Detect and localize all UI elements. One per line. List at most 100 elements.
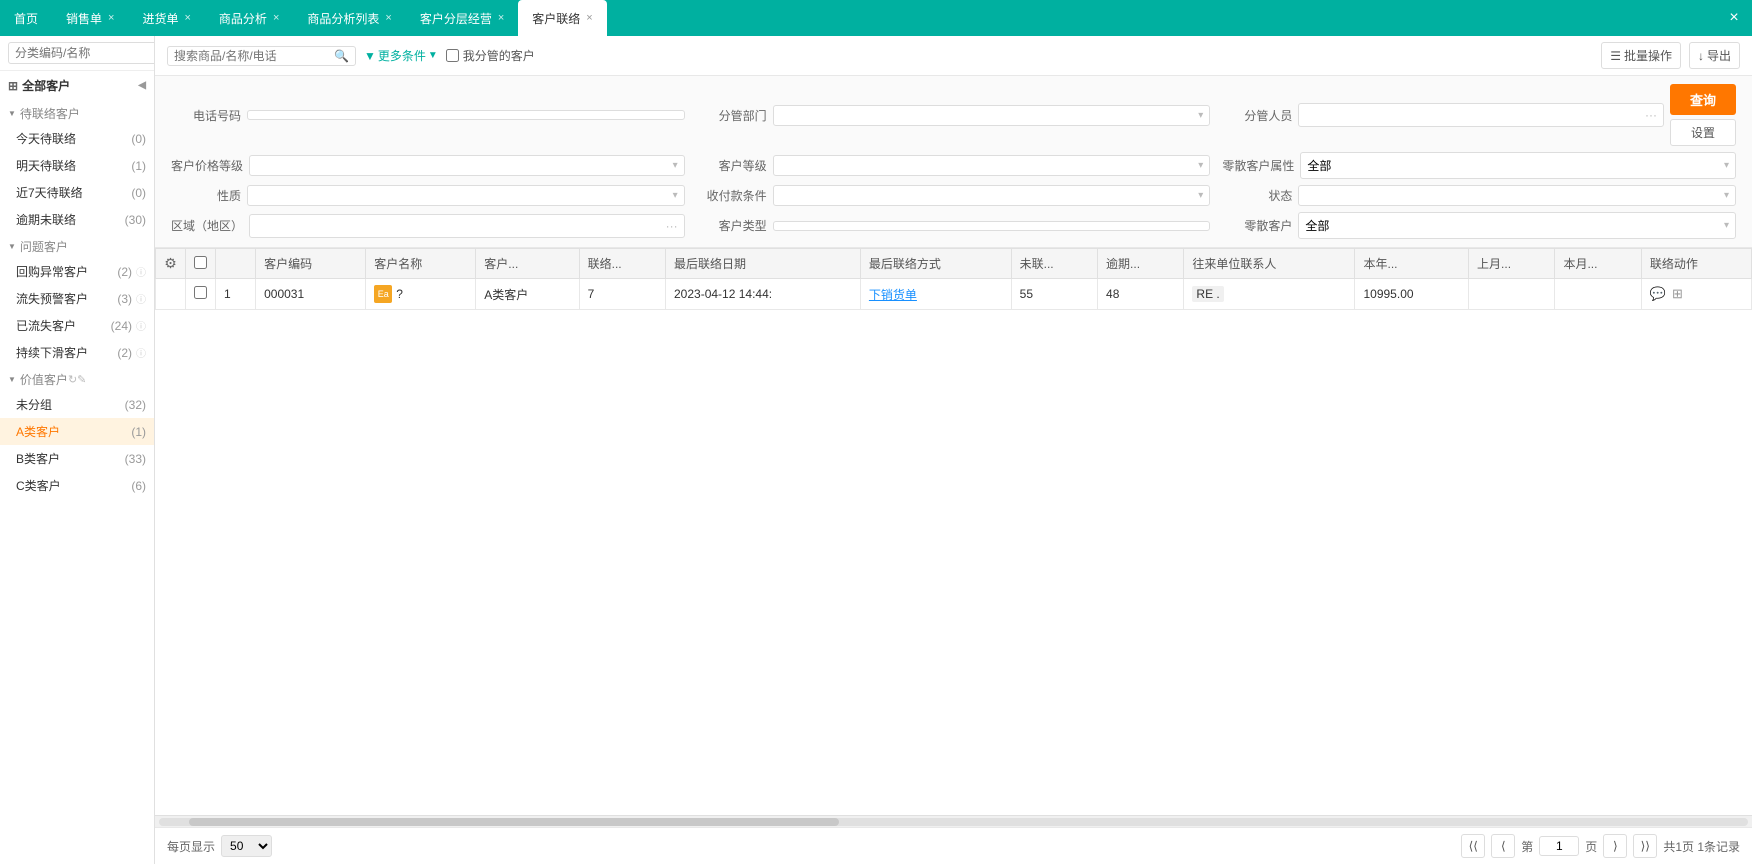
th-last-date[interactable]: 最后联络日期 xyxy=(666,249,861,279)
region-input[interactable]: ··· xyxy=(249,214,685,238)
tab-goods-analysis-list[interactable]: 商品分析列表 × xyxy=(293,0,405,36)
filter-row-3b: 收付款条件 ▾ xyxy=(697,185,1211,206)
main-search-icon[interactable]: 🔍 xyxy=(334,49,349,63)
advanced-filter: 电话号码 分管部门 ▾ 分管人员 ··· 查询 设置 xyxy=(155,76,1752,248)
customer-type-input[interactable] xyxy=(773,221,1211,231)
collapse-icon[interactable]: ◀ xyxy=(138,80,146,91)
last-page-btn[interactable]: ⟩⟩ xyxy=(1633,834,1657,858)
th-settings[interactable]: ⚙ xyxy=(156,249,186,279)
close-purchase-icon[interactable]: × xyxy=(184,12,190,24)
value-customers-title[interactable]: ▼ 价值客户 ↻ ✎ xyxy=(0,366,154,391)
cell-name[interactable]: Ea ? xyxy=(366,279,476,310)
price-level-select[interactable]: ▾ xyxy=(249,155,685,176)
retail-customer-select[interactable]: 全部▾ xyxy=(1298,212,1736,239)
last-method-link[interactable]: 下销货单 xyxy=(869,288,917,302)
refresh-icon[interactable]: ↻ xyxy=(68,373,77,386)
edit-icon[interactable]: ✎ xyxy=(77,373,86,386)
th-last-month[interactable]: 上月... xyxy=(1469,249,1555,279)
more-filters-btn[interactable]: ▼ 更多条件 ▼ xyxy=(364,47,438,64)
scroll-thumb[interactable] xyxy=(189,818,839,826)
triangle-icon: ▼ xyxy=(8,109,16,118)
th-code[interactable]: 客户编码 xyxy=(256,249,366,279)
close-sales-icon[interactable]: × xyxy=(108,12,114,24)
sidebar-search-input[interactable] xyxy=(8,42,155,64)
retail-attr-select[interactable]: 全部▾ xyxy=(1300,152,1736,179)
tab-home[interactable]: 首页 xyxy=(0,0,52,36)
customer-table: ⚙ 客户编码 客户名称 客户... xyxy=(155,248,1752,310)
next-page-btn[interactable]: ⟩ xyxy=(1603,834,1627,858)
sidebar-item-churn-warning[interactable]: 流失预警客户 (3) ⓘ xyxy=(0,285,154,312)
th-contact[interactable]: 联络... xyxy=(579,249,665,279)
value-customers-group: ▼ 价值客户 ↻ ✎ 未分组 (32) A类客户 (1) B类客户 (33) C… xyxy=(0,366,154,499)
sidebar-item-class-b[interactable]: B类客户 (33) xyxy=(0,445,154,472)
sidebar-item-class-c[interactable]: C类客户 (6) xyxy=(0,472,154,499)
payment-select[interactable]: ▾ xyxy=(773,185,1211,206)
main-search-input[interactable] xyxy=(174,49,334,63)
horizontal-scrollbar[interactable] xyxy=(155,815,1752,827)
th-name[interactable]: 客户名称 xyxy=(366,249,476,279)
cell-action: 💬 ⊞ xyxy=(1641,279,1751,310)
th-this-year[interactable]: 本年... xyxy=(1355,249,1469,279)
person-input[interactable]: ··· xyxy=(1298,103,1664,127)
cell-checkbox[interactable] xyxy=(186,279,216,310)
qr-icon[interactable]: ⊞ xyxy=(1672,286,1683,302)
cell-last-method[interactable]: 下销货单 xyxy=(860,279,1011,310)
setting-button[interactable]: 设置 xyxy=(1670,119,1736,146)
sidebar-item-today[interactable]: 今天待联络 (0) xyxy=(0,125,154,152)
close-goods-analysis-icon[interactable]: × xyxy=(273,12,279,24)
cell-code[interactable]: 000031 xyxy=(256,279,366,310)
mine-checkbox[interactable] xyxy=(446,49,459,62)
batch-op-btn[interactable]: ☰ 批量操作 xyxy=(1601,42,1681,69)
select-all-checkbox[interactable] xyxy=(194,256,207,269)
export-icon: ↓ xyxy=(1698,49,1704,63)
info-icon-3: ⓘ xyxy=(136,318,146,333)
pending-contact-title[interactable]: ▼ 待联络客户 xyxy=(0,100,154,125)
prev-page-btn[interactable]: ⟨ xyxy=(1491,834,1515,858)
sidebar-item-declining[interactable]: 持续下滑客户 (2) ⓘ xyxy=(0,339,154,366)
chat-icon[interactable]: 💬 xyxy=(1650,286,1666,302)
th-action[interactable]: 联络动作 xyxy=(1641,249,1751,279)
th-overdue[interactable]: 逾期... xyxy=(1098,249,1184,279)
scroll-track xyxy=(159,818,1748,826)
close-customer-contact-icon[interactable]: × xyxy=(586,12,592,24)
all-customers-header[interactable]: ⊞ 全部客户 ◀ xyxy=(0,71,154,100)
mine-filter[interactable]: 我分管的客户 xyxy=(446,47,535,64)
sidebar-item-overdue[interactable]: 逾期未联络 (30) xyxy=(0,206,154,233)
sidebar-item-repurchase[interactable]: 回购异常客户 (2) ⓘ xyxy=(0,258,154,285)
filter-row-4a: 区域（地区） ··· xyxy=(171,212,685,239)
window-close-button[interactable]: × xyxy=(1716,0,1752,36)
phone-input[interactable] xyxy=(247,110,685,120)
content-area: 🔍 ▼ 更多条件 ▼ 我分管的客户 ☰ 批量操作 ↓ 导出 xyxy=(155,36,1752,864)
nature-select[interactable]: ▾ xyxy=(247,185,685,206)
sidebar-item-ungrouped[interactable]: 未分组 (32) xyxy=(0,391,154,418)
sidebar-item-tomorrow[interactable]: 明天待联络 (1) xyxy=(0,152,154,179)
sidebar-item-churned[interactable]: 已流失客户 (24) ⓘ xyxy=(0,312,154,339)
th-last-method[interactable]: 最后联络方式 xyxy=(860,249,1011,279)
page-input[interactable] xyxy=(1539,836,1579,856)
problem-customers-title[interactable]: ▼ 问题客户 xyxy=(0,233,154,258)
th-company-contact[interactable]: 往来单位联系人 xyxy=(1184,249,1355,279)
th-checkbox[interactable] xyxy=(186,249,216,279)
sidebar-item-class-a[interactable]: A类客户 (1) xyxy=(0,418,154,445)
tab-customer-segment[interactable]: 客户分层经营 × xyxy=(406,0,518,36)
dept-select[interactable]: ▾ xyxy=(773,105,1211,126)
close-customer-segment-icon[interactable]: × xyxy=(498,12,504,24)
close-goods-analysis-list-icon[interactable]: × xyxy=(385,12,391,24)
customer-level-select[interactable]: ▾ xyxy=(773,155,1211,176)
per-page-select[interactable]: 50 100 200 xyxy=(221,835,272,857)
export-btn[interactable]: ↓ 导出 xyxy=(1689,42,1740,69)
gear-icon[interactable]: ⚙ xyxy=(164,255,177,271)
status-select[interactable]: ▾ xyxy=(1298,185,1736,206)
tab-goods-analysis[interactable]: 商品分析 × xyxy=(205,0,293,36)
first-page-btn[interactable]: ⟨⟨ xyxy=(1461,834,1485,858)
row-checkbox[interactable] xyxy=(194,286,207,299)
sidebar-item-7days[interactable]: 近7天待联络 (0) xyxy=(0,179,154,206)
tab-customer-contact[interactable]: 客户联络 × xyxy=(518,0,606,36)
tab-purchase-label: 进货单 xyxy=(142,10,178,27)
query-button[interactable]: 查询 xyxy=(1670,84,1736,115)
th-this-month[interactable]: 本月... xyxy=(1555,249,1641,279)
tab-sales[interactable]: 销售单 × xyxy=(52,0,128,36)
th-type[interactable]: 客户... xyxy=(476,249,579,279)
th-no-contact[interactable]: 未联... xyxy=(1011,249,1097,279)
tab-purchase[interactable]: 进货单 × xyxy=(128,0,204,36)
